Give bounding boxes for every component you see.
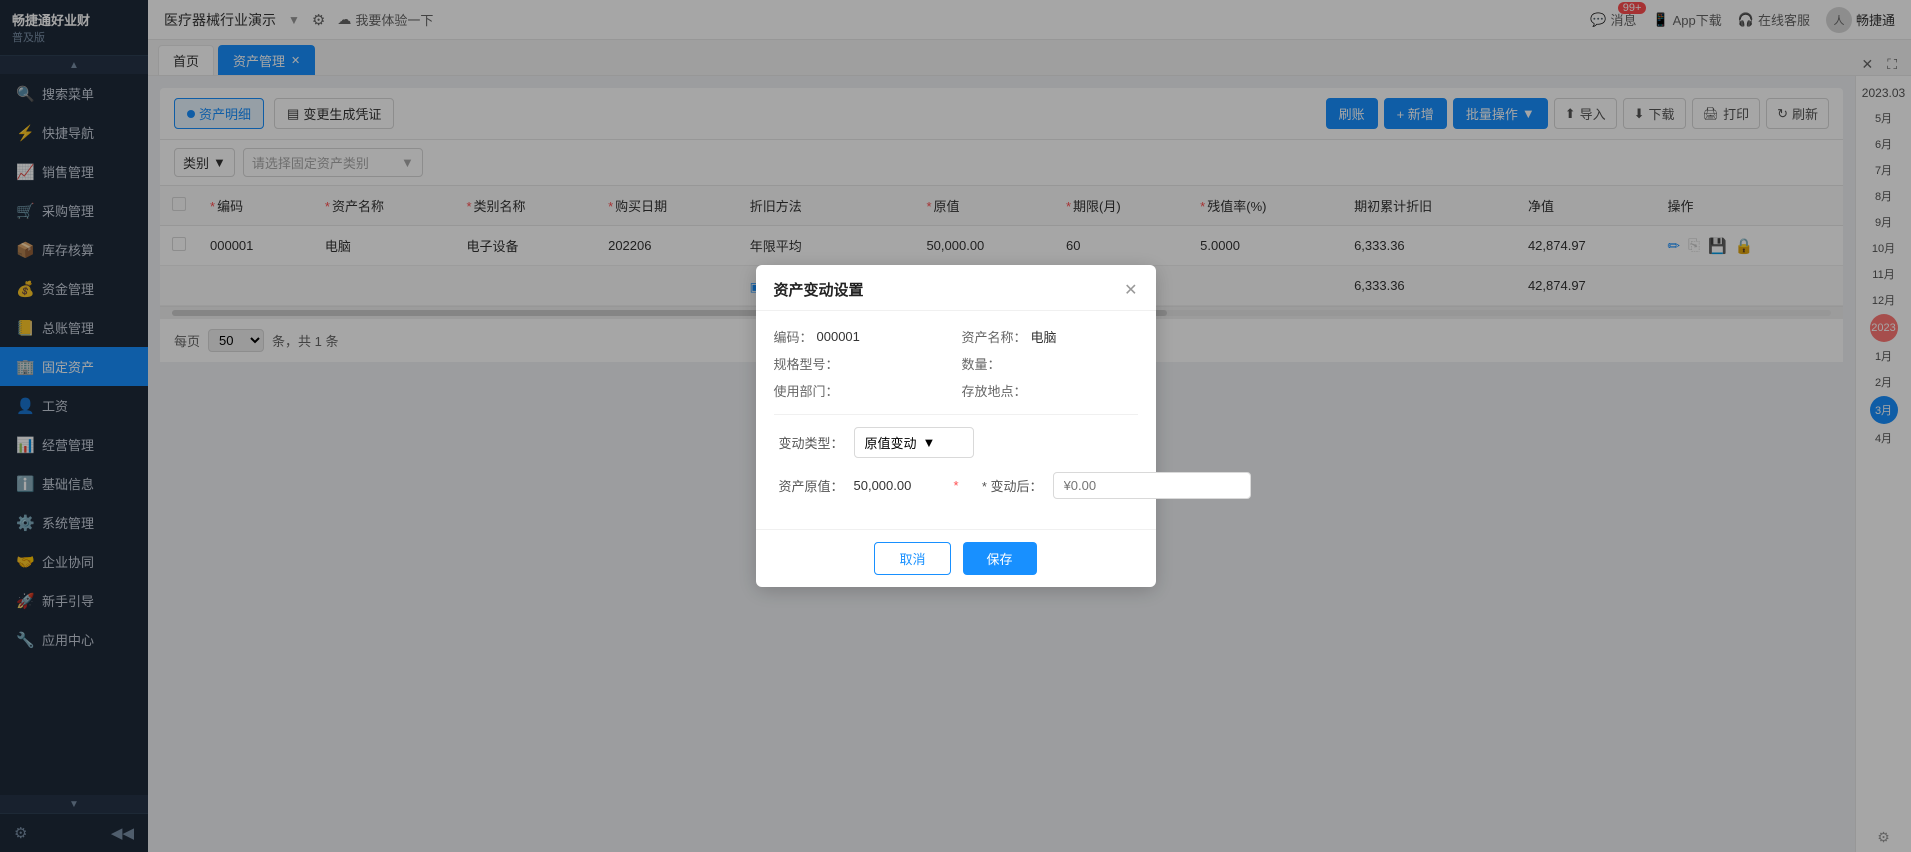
modal-spec-item: 规格型号： — [774, 354, 950, 373]
modal-location-item: 存放地点： — [962, 381, 1138, 400]
change-type-dropdown-icon: ▼ — [923, 435, 936, 450]
modal-code-value: 000001 — [817, 329, 860, 344]
cancel-button[interactable]: 取消 — [874, 542, 950, 575]
modal-overlay: 资产变动设置 ✕ 编码： 000001 资产名称： 电脑 规格型号： — [0, 0, 1911, 852]
modal-footer: 取消 保存 — [756, 529, 1156, 587]
after-change-label: * 变动后： — [973, 476, 1043, 495]
modal-quantity-item: 数量： — [962, 354, 1138, 373]
cancel-label: 取消 — [899, 552, 925, 567]
change-type-select[interactable]: 原值变动 ▼ — [854, 427, 974, 458]
change-type-label: 变动类型： — [774, 433, 844, 452]
save-label: 保存 — [987, 552, 1013, 567]
modal-close-btn[interactable]: ✕ — [1124, 280, 1137, 300]
save-button[interactable]: 保存 — [963, 542, 1037, 575]
modal-dept-item: 使用部门： — [774, 381, 950, 400]
asset-change-modal: 资产变动设置 ✕ 编码： 000001 资产名称： 电脑 规格型号： — [756, 265, 1156, 587]
modal-asset-name-label: 资产名称： — [962, 327, 1027, 346]
original-value-display: 50,000.00 — [854, 478, 944, 493]
value-change-row: 资产原值： 50,000.00 * * 变动后： — [774, 472, 1138, 499]
modal-body: 编码： 000001 资产名称： 电脑 规格型号： 数量： 使用部门： — [756, 311, 1156, 529]
after-change-input[interactable] — [1053, 472, 1251, 499]
modal-asset-name-value: 电脑 — [1031, 327, 1057, 346]
modal-code-item: 编码： 000001 — [774, 327, 950, 346]
change-type-row: 变动类型： 原值变动 ▼ — [774, 427, 1138, 458]
change-type-value: 原值变动 — [865, 433, 917, 452]
original-value-label: 资产原值： — [774, 476, 844, 495]
modal-spec-label: 规格型号： — [774, 354, 839, 373]
modal-quantity-label: 数量： — [962, 354, 1001, 373]
modal-title: 资产变动设置 — [774, 279, 864, 300]
modal-divider — [774, 414, 1138, 415]
modal-info-grid: 编码： 000001 资产名称： 电脑 规格型号： 数量： 使用部门： — [774, 327, 1138, 400]
required-star-after: * — [954, 478, 959, 493]
modal-dept-label: 使用部门： — [774, 381, 839, 400]
modal-header: 资产变动设置 ✕ — [756, 265, 1156, 311]
modal-location-label: 存放地点： — [962, 381, 1027, 400]
modal-code-label: 编码： — [774, 327, 813, 346]
modal-asset-name-item: 资产名称： 电脑 — [962, 327, 1138, 346]
